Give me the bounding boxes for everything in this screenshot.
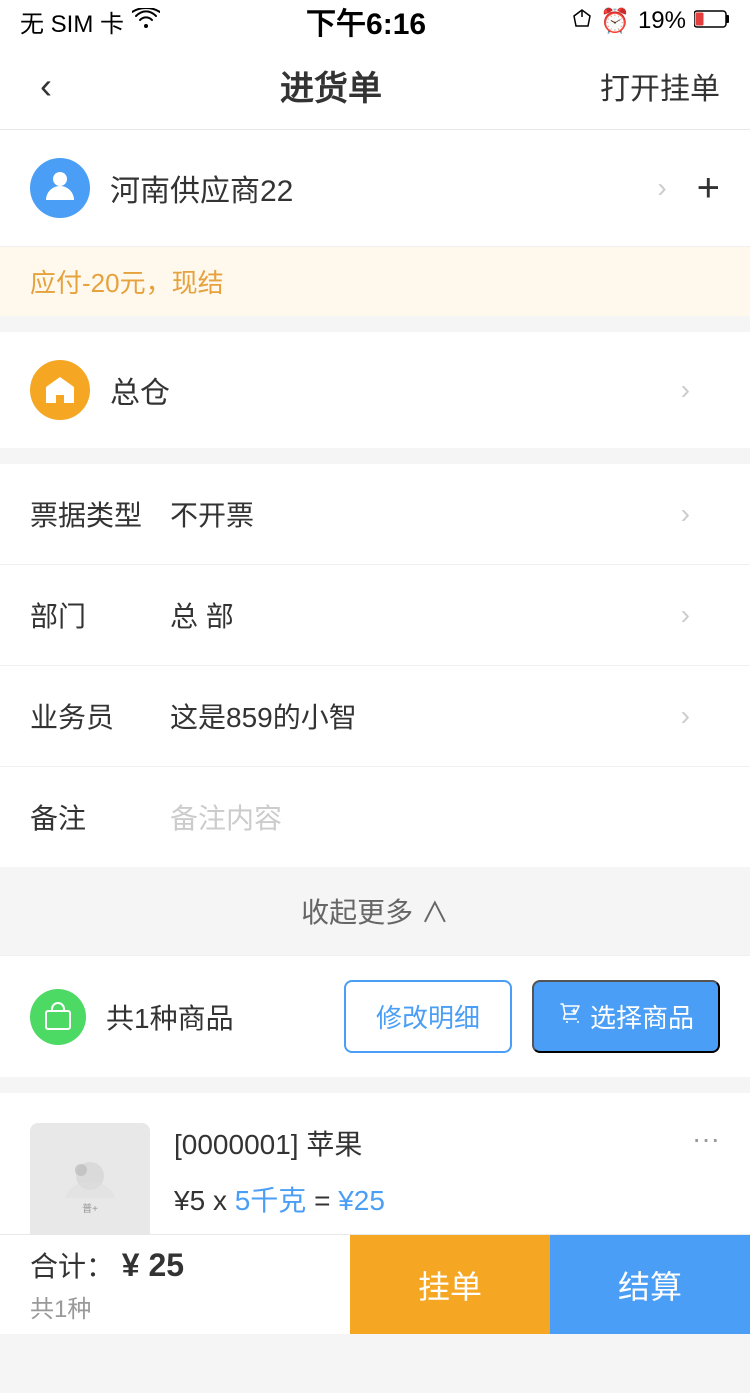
open-pending-button[interactable]: 打开挂单 <box>600 64 720 108</box>
products-header: 共1种商品 修改明细 选择商品 <box>0 955 750 1077</box>
product-name: [0000001] 苹果 <box>174 1123 668 1163</box>
notice-bar: 应付-20元，现结 <box>0 247 750 316</box>
price-total: ¥25 <box>338 1185 385 1216</box>
product-count-text: 共1种商品 <box>106 997 324 1037</box>
checkout-button[interactable]: 结算 <box>550 1235 750 1334</box>
dept-row[interactable]: 部门 总 部 › <box>0 565 750 666</box>
page-title: 进货单 <box>280 61 382 110</box>
sim-text: 无 SIM 卡 <box>20 4 124 39</box>
sales-value: 这是859的小智 <box>150 696 681 736</box>
status-right: ⏰ 19% <box>572 7 730 36</box>
remark-input[interactable]: 备注内容 <box>150 797 720 837</box>
invoice-row[interactable]: 票据类型 不开票 › <box>0 464 750 565</box>
svg-text:普+: 普+ <box>82 1202 98 1215</box>
price-equals: = <box>314 1185 338 1216</box>
select-product-label: 选择商品 <box>590 998 694 1035</box>
collapse-button[interactable]: 收起更多 ∧ <box>0 867 750 955</box>
pending-button[interactable]: 挂单 <box>350 1235 550 1334</box>
select-product-button[interactable]: 选择商品 <box>532 980 720 1053</box>
supplier-avatar <box>30 158 90 218</box>
dept-chevron-icon: › <box>681 599 690 631</box>
product-price-info: ¥5 x 5千克 = ¥25 <box>174 1179 668 1219</box>
supplier-name: 河南供应商22 <box>110 166 657 210</box>
sales-label: 业务员 <box>30 696 150 736</box>
invoice-value: 不开票 <box>150 494 681 534</box>
supplier-card: 河南供应商22 › + 应付-20元，现结 <box>0 130 750 316</box>
battery-icon <box>694 7 730 35</box>
remark-row[interactable]: 备注 备注内容 <box>0 767 750 867</box>
wifi-icon <box>132 7 160 35</box>
supplier-chevron-icon: › <box>657 172 666 204</box>
warehouse-row[interactable]: 总仓 › <box>0 332 750 448</box>
product-thumbnail: 普+ <box>30 1123 150 1243</box>
cart-icon <box>558 1001 582 1032</box>
warehouse-card: 总仓 › <box>0 332 750 448</box>
warehouse-name: 总仓 <box>110 368 681 412</box>
product-count-icon <box>30 989 86 1045</box>
battery-text: 19% <box>638 7 686 35</box>
total-amount: ¥ 25 <box>122 1247 184 1283</box>
status-bar: 无 SIM 卡 下午6:16 ⏰ 19% <box>0 0 750 42</box>
form-card: 票据类型 不开票 › 部门 总 部 › 业务员 这是859的小智 › 备注 备注… <box>0 464 750 867</box>
price-value: ¥5 <box>174 1185 205 1216</box>
back-button[interactable]: ‹ <box>30 55 62 117</box>
sales-chevron-icon: › <box>681 700 690 732</box>
total-sub: 共1种 <box>30 1289 320 1324</box>
price-qty: 5千克 <box>235 1185 307 1216</box>
sales-row[interactable]: 业务员 这是859的小智 › <box>0 666 750 767</box>
warehouse-chevron-icon: › <box>681 374 690 406</box>
bottom-total: 合计： ¥ 25 共1种 <box>0 1235 350 1334</box>
warehouse-icon-wrap <box>30 360 90 420</box>
total-main: 合计： ¥ 25 <box>30 1245 320 1285</box>
edit-detail-button[interactable]: 修改明细 <box>344 980 512 1053</box>
total-label: 合计： <box>30 1251 114 1282</box>
status-time: 下午6:16 <box>306 0 426 43</box>
add-supplier-button[interactable]: + <box>697 166 720 211</box>
remark-label: 备注 <box>30 797 150 837</box>
supplier-row[interactable]: 河南供应商22 › + <box>0 130 750 247</box>
status-left: 无 SIM 卡 <box>20 4 160 39</box>
nav-bar: ‹ 进货单 打开挂单 <box>0 42 750 130</box>
location-icon <box>572 7 592 35</box>
price-multiply: x <box>213 1185 235 1216</box>
main-content: 河南供应商22 › + 应付-20元，现结 总仓 › 票据类型 不开票 › 部门… <box>0 130 750 1393</box>
invoice-label: 票据类型 <box>30 494 150 534</box>
product-info: [0000001] 苹果 ¥5 x 5千克 = ¥25 <box>174 1123 668 1219</box>
product-title: 苹果 <box>306 1129 362 1160</box>
product-code: [0000001] <box>174 1129 299 1160</box>
invoice-chevron-icon: › <box>681 498 690 530</box>
dept-value: 总 部 <box>150 595 681 635</box>
bottom-bar: 合计： ¥ 25 共1种 挂单 结算 <box>0 1234 750 1334</box>
alarm-icon: ⏰ <box>600 7 630 36</box>
dept-label: 部门 <box>30 595 150 635</box>
product-more-button[interactable]: ··· <box>692 1123 720 1155</box>
person-icon <box>42 166 78 210</box>
